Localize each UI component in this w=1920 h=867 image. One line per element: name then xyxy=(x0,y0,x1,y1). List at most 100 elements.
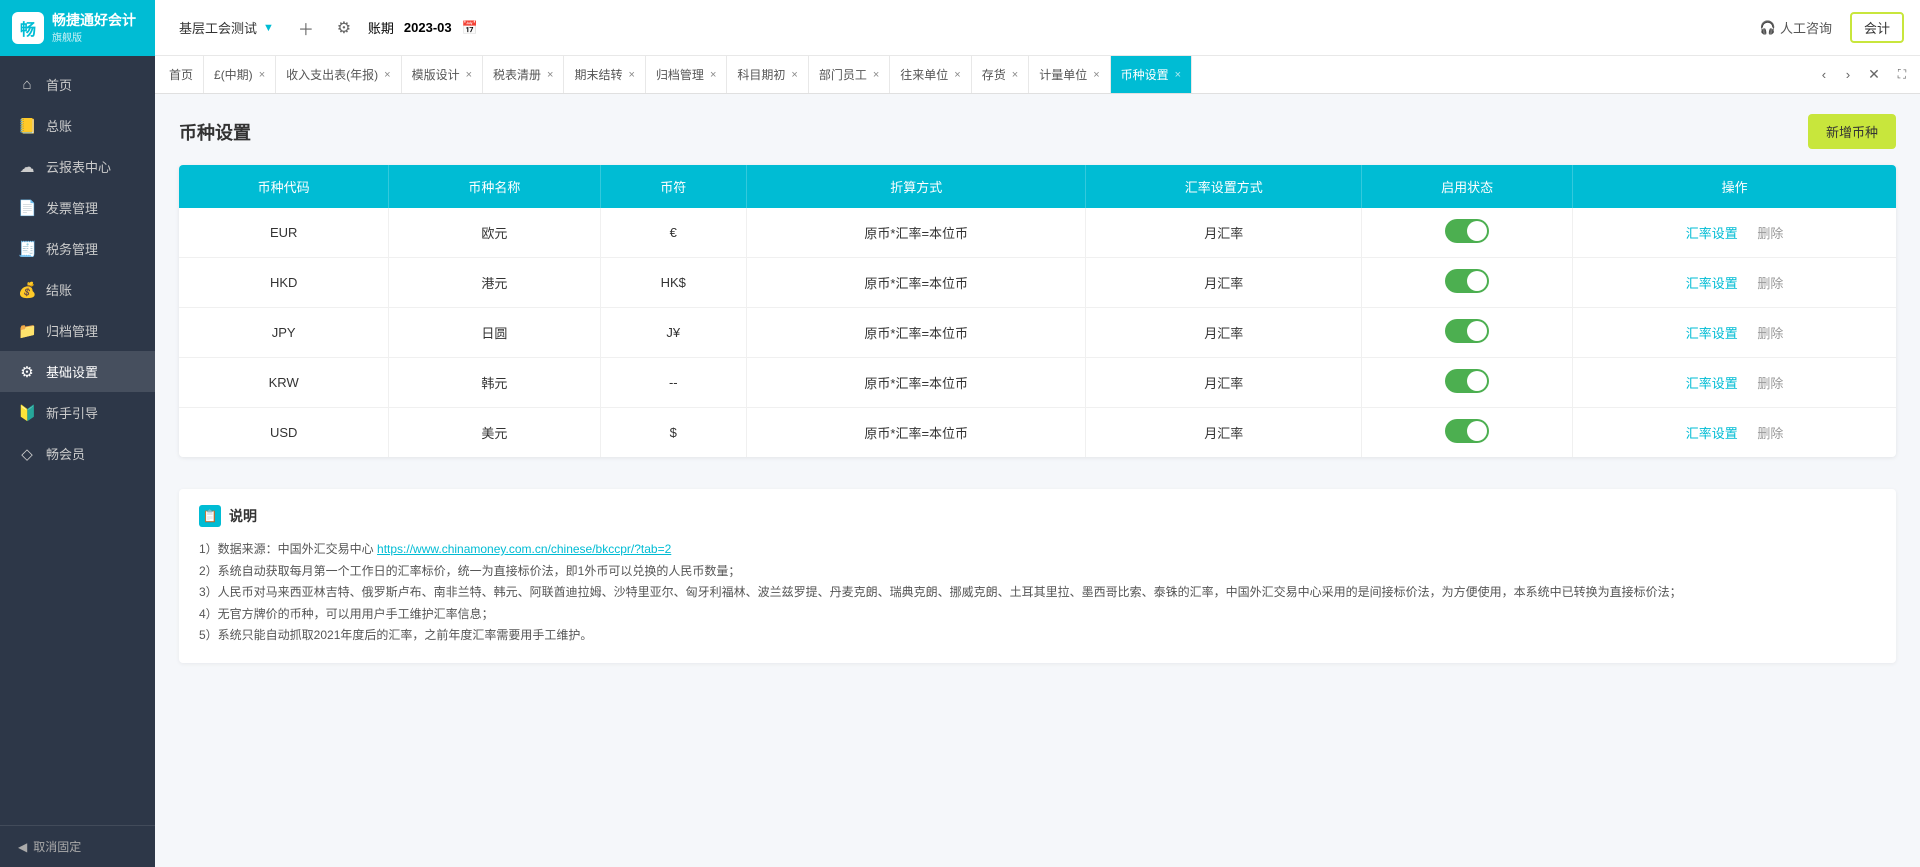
tab-template[interactable]: 模版设计× xyxy=(402,56,483,94)
tab-close-all-btn[interactable]: ✕ xyxy=(1860,56,1888,94)
tab-clients[interactable]: 往来单位× xyxy=(890,56,971,94)
tab-close-clients[interactable]: × xyxy=(954,69,960,81)
toggle-switch-3[interactable] xyxy=(1445,369,1489,393)
toggle-switch-1[interactable] xyxy=(1445,269,1489,293)
rate-setting-link-4[interactable]: 汇率设置 xyxy=(1686,426,1738,441)
sidebar-icon-guide: 🔰 xyxy=(18,404,36,422)
tab-close-period[interactable]: × xyxy=(259,69,265,81)
human-service-btn[interactable]: 🎧 人工咨询 xyxy=(1752,14,1840,41)
tab-archive[interactable]: 归档管理× xyxy=(646,56,727,94)
toggle-switch-0[interactable] xyxy=(1445,219,1489,243)
cell-conversion-4: 原币*汇率=本位币 xyxy=(747,408,1086,458)
sidebar-item-tax[interactable]: 🧾 税务管理 xyxy=(0,228,155,269)
company-selector[interactable]: 基层工会测试 ▼ xyxy=(171,14,282,41)
tab-label-income: 收入支出表(年报) xyxy=(286,66,378,83)
tab-close-dept[interactable]: × xyxy=(873,69,879,81)
tab-next-btn[interactable]: › xyxy=(1836,56,1860,94)
tab-label-subjects: 科目期初 xyxy=(737,66,785,83)
cell-name-0: 欧元 xyxy=(389,208,600,258)
tab-close-subjects[interactable]: × xyxy=(791,69,797,81)
delete-link-2[interactable]: 删除 xyxy=(1757,326,1783,341)
notes-icon: 📋 xyxy=(199,505,221,527)
sidebar-item-member[interactable]: ◇ 畅会员 xyxy=(0,433,155,474)
table-row: HKD港元HK$原币*汇率=本位币月汇率 汇率设置 删除 xyxy=(179,258,1896,308)
sidebar-item-settings[interactable]: ⚙ 基础设置 xyxy=(0,351,155,392)
table-row: USD美元$原币*汇率=本位币月汇率 汇率设置 删除 xyxy=(179,408,1896,458)
tab-income[interactable]: 收入支出表(年报) × xyxy=(276,56,401,94)
cell-symbol-0: € xyxy=(600,208,747,258)
calendar-icon[interactable]: 📅 xyxy=(462,20,478,36)
toggle-switch-2[interactable] xyxy=(1445,319,1489,343)
sidebar-item-home[interactable]: ⌂ 首页 xyxy=(0,64,155,105)
rate-setting-link-3[interactable]: 汇率设置 xyxy=(1686,376,1738,391)
new-currency-btn[interactable]: 新增币种 xyxy=(1808,114,1896,149)
rate-setting-link-2[interactable]: 汇率设置 xyxy=(1686,326,1738,341)
cell-code-1: HKD xyxy=(179,258,389,308)
tab-subjects[interactable]: 科目期初 × xyxy=(727,56,808,94)
sidebar-item-settle[interactable]: 💰 结账 xyxy=(0,269,155,310)
cell-actions-2: 汇率设置 删除 xyxy=(1573,308,1896,358)
tab-close-tax[interactable]: × xyxy=(547,69,553,81)
logo-subtitle: 旗舰版 xyxy=(52,29,136,44)
delete-link-4[interactable]: 删除 xyxy=(1757,426,1783,441)
sidebar-pin-toggle[interactable]: ◀ 取消固定 xyxy=(0,825,155,867)
sidebar-item-reports[interactable]: ☁ 云报表中心 xyxy=(0,146,155,187)
sidebar-item-guide[interactable]: 🔰 新手引导 xyxy=(0,392,155,433)
cell-toggle-3 xyxy=(1362,358,1573,408)
rate-setting-link-1[interactable]: 汇率设置 xyxy=(1686,276,1738,291)
rate-setting-link-0[interactable]: 汇率设置 xyxy=(1686,226,1738,241)
cell-rate-1: 月汇率 xyxy=(1086,258,1362,308)
tab-close-period-end[interactable]: × xyxy=(628,69,634,81)
cell-code-0: EUR xyxy=(179,208,389,258)
tab-close-unit[interactable]: × xyxy=(1093,69,1099,81)
table-row: KRW韩元--原币*汇率=本位币月汇率 汇率设置 删除 xyxy=(179,358,1896,408)
delete-link-0[interactable]: 删除 xyxy=(1757,226,1783,241)
tab-unit[interactable]: 计量单位× xyxy=(1029,56,1110,94)
tab-inventory[interactable]: 存货× xyxy=(972,56,1029,94)
sidebar-label-ledger: 总账 xyxy=(46,116,72,135)
main-area: 基层工会测试 ▼ ＋ ⚙ 账期 2023-03 📅 🎧 人工咨询 会计 首页£(… xyxy=(155,0,1920,867)
col-header-3: 折算方式 xyxy=(747,165,1086,208)
tab-prev-btn[interactable]: ‹ xyxy=(1812,56,1836,94)
company-name: 基层工会测试 xyxy=(179,18,257,37)
tab-close-template[interactable]: × xyxy=(466,69,472,81)
tab-currency[interactable]: 币种设置× xyxy=(1111,56,1192,94)
tab-label-dept: 部门员工 xyxy=(819,66,867,83)
tab-close-inventory[interactable]: × xyxy=(1012,69,1018,81)
pin-icon: ◀ xyxy=(18,840,27,854)
tab-period[interactable]: £(中期)× xyxy=(204,56,276,94)
cell-symbol-2: J¥ xyxy=(600,308,747,358)
table-row: EUR欧元€原币*汇率=本位币月汇率 汇率设置 删除 xyxy=(179,208,1896,258)
tab-dept[interactable]: 部门员工 × xyxy=(809,56,890,94)
notes-link[interactable]: https://www.chinamoney.com.cn/chinese/bk… xyxy=(377,542,671,556)
sidebar-item-invoice[interactable]: 📄 发票管理 xyxy=(0,187,155,228)
content-area: 币种设置 新增币种 币种代码币种名称币符折算方式汇率设置方式启用状态操作 EUR… xyxy=(155,94,1920,867)
sidebar-icon-reports: ☁ xyxy=(18,158,36,176)
tab-close-archive[interactable]: × xyxy=(710,69,716,81)
delete-link-3[interactable]: 删除 xyxy=(1757,376,1783,391)
sidebar-label-settle: 结账 xyxy=(46,280,72,299)
tab-period-end[interactable]: 期末结转× xyxy=(564,56,645,94)
sidebar-label-home: 首页 xyxy=(46,75,72,94)
sidebar-item-archive[interactable]: 📁 归档管理 xyxy=(0,310,155,351)
sidebar-icon-archive: 📁 xyxy=(18,322,36,340)
toggle-switch-4[interactable] xyxy=(1445,419,1489,443)
tab-label-home: 首页 xyxy=(169,66,193,83)
sidebar-icon-home: ⌂ xyxy=(18,76,36,93)
delete-link-1[interactable]: 删除 xyxy=(1757,276,1783,291)
account-btn[interactable]: 会计 xyxy=(1850,12,1904,43)
tab-home[interactable]: 首页 xyxy=(159,56,204,94)
notes-section: 📋 说明 1）数据来源：中国外汇交易中心 https://www.chinamo… xyxy=(179,489,1896,663)
sidebar-icon-ledger: 📒 xyxy=(18,117,36,135)
add-tab-btn[interactable]: ＋ xyxy=(292,14,320,42)
sidebar-item-ledger[interactable]: 📒 总账 xyxy=(0,105,155,146)
table-row: JPY日圆J¥原币*汇率=本位币月汇率 汇率设置 删除 xyxy=(179,308,1896,358)
cell-conversion-2: 原币*汇率=本位币 xyxy=(747,308,1086,358)
tab-expand-btn[interactable]: ⛶ xyxy=(1888,56,1916,94)
tab-tax[interactable]: 税表清册× xyxy=(483,56,564,94)
sidebar-label-guide: 新手引导 xyxy=(46,403,98,422)
settings-icon[interactable]: ⚙ xyxy=(330,14,358,42)
notes-items: 1）数据来源：中国外汇交易中心 https://www.chinamoney.c… xyxy=(199,539,1876,647)
tab-close-income[interactable]: × xyxy=(384,69,390,81)
tab-close-currency[interactable]: × xyxy=(1175,69,1181,81)
